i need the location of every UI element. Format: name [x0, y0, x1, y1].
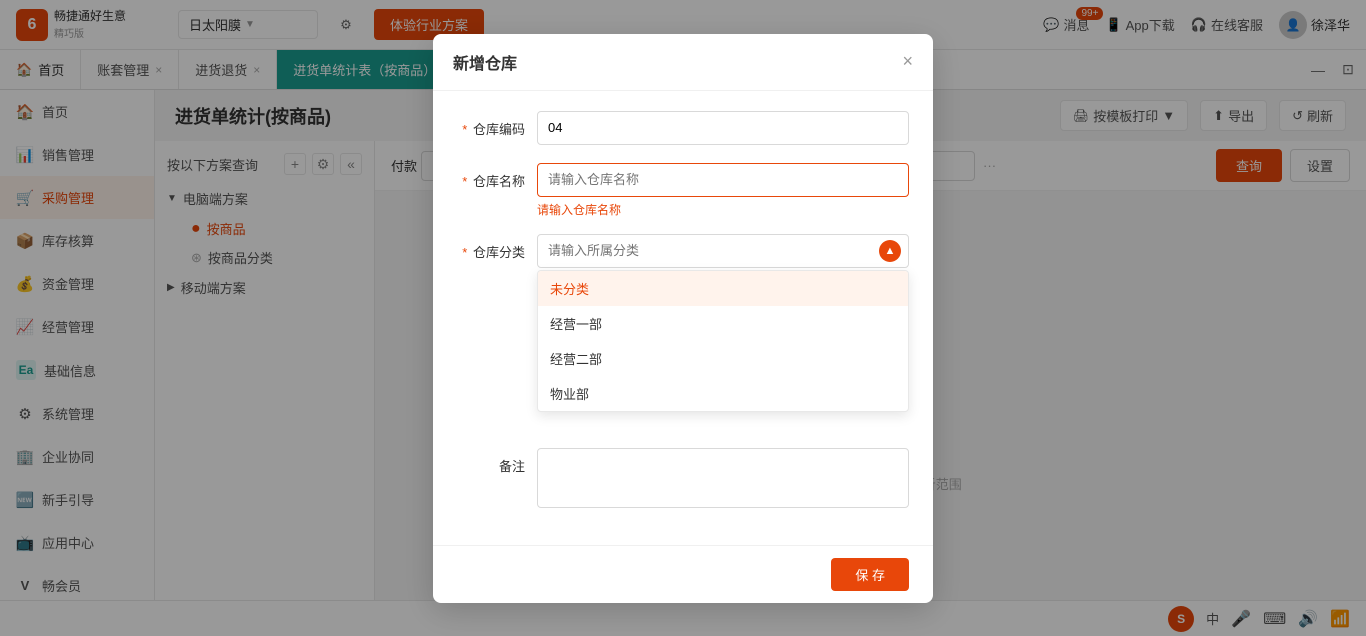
warehouse-note-row: 备注: [457, 448, 909, 511]
note-textarea-wrap: [537, 448, 909, 511]
category-select-wrap: ▲ 未分类 经营一部 经营二部 物业部: [537, 234, 909, 268]
warehouse-name-error: 请输入仓库名称: [537, 201, 909, 218]
warehouse-code-label: * 仓库编码: [457, 111, 537, 138]
warehouse-name-input[interactable]: [537, 163, 909, 197]
dialog-footer: 保 存: [433, 545, 933, 603]
warehouse-code-input[interactable]: [537, 111, 909, 145]
warehouse-category-row: * 仓库分类 ▲ 未分类 经营一部 经营二部 物业部: [457, 234, 909, 268]
warehouse-category-label: * 仓库分类: [457, 234, 537, 261]
close-dialog-button[interactable]: ×: [902, 51, 913, 72]
warehouse-note-label: 备注: [457, 448, 537, 475]
save-button[interactable]: 保 存: [831, 558, 909, 591]
category-dropdown: 未分类 经营一部 经营二部 物业部: [537, 270, 909, 412]
warehouse-name-row: * 仓库名称 请输入仓库名称: [457, 163, 909, 216]
dropdown-item-property[interactable]: 物业部: [538, 376, 908, 411]
category-arrow-icon[interactable]: ▲: [879, 240, 901, 262]
dialog-body: * 仓库编码 * 仓库名称 请输入仓库名称 *: [433, 91, 933, 545]
dialog-header: 新增仓库 ×: [433, 34, 933, 91]
warehouse-note-input[interactable]: [537, 448, 909, 508]
dialog-add-warehouse: 新增仓库 × * 仓库编码 * 仓库名称 请输入仓库名称: [433, 34, 933, 603]
dropdown-item-dept2[interactable]: 经营二部: [538, 341, 908, 376]
dropdown-item-dept1[interactable]: 经营一部: [538, 306, 908, 341]
dropdown-item-uncategorized[interactable]: 未分类: [538, 271, 908, 306]
category-input[interactable]: [537, 234, 909, 268]
dialog-title: 新增仓库: [453, 50, 517, 74]
warehouse-code-row: * 仓库编码: [457, 111, 909, 145]
modal-overlay: 新增仓库 × * 仓库编码 * 仓库名称 请输入仓库名称: [0, 0, 1366, 636]
warehouse-name-label: * 仓库名称: [457, 163, 537, 190]
